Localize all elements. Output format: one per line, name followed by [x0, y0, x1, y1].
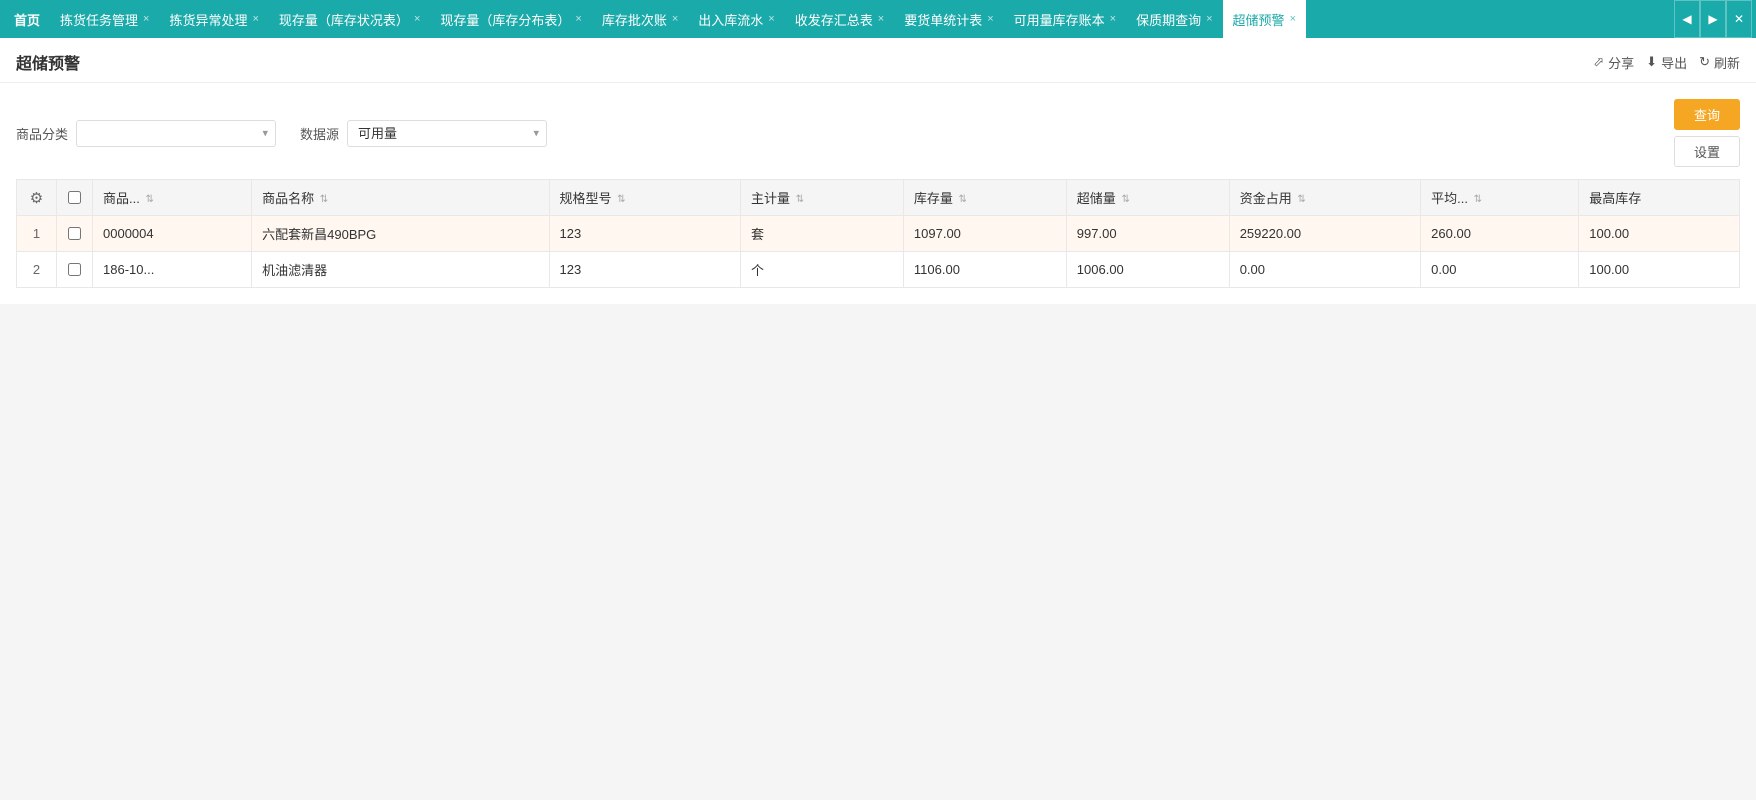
category-label: 商品分类 — [16, 124, 68, 143]
close-icon[interactable]: × — [878, 13, 884, 25]
row-product-name: 机油滤清器 — [252, 252, 549, 288]
close-icon[interactable]: × — [414, 13, 420, 25]
row-product-code: 0000004 — [93, 216, 252, 252]
filter-row: 商品分类 ▾ 数据源 可用量 库存量 ▾ 查询 设置 — [16, 99, 1740, 167]
table-row: 2 186-10... 机油滤清器 123 个 1106.00 1006.00 … — [17, 252, 1740, 288]
row-checkbox-cell — [57, 216, 93, 252]
category-select-wrap: ▾ — [76, 120, 276, 147]
row-overstock: 997.00 — [1066, 216, 1229, 252]
nav-inventory-status[interactable]: 现存量（库存状况表） × — [269, 0, 430, 38]
nav-left-arrow[interactable]: ◀ — [1674, 0, 1700, 38]
sort-icon: ⇅ — [959, 194, 967, 205]
datasource-select[interactable]: 可用量 库存量 — [347, 120, 547, 147]
close-icon[interactable]: × — [252, 13, 258, 25]
row-maxstock: 100.00 — [1579, 216, 1740, 252]
nav-abnormal-proc[interactable]: 拣货异常处理 × — [159, 0, 268, 38]
row-maxstock: 100.00 — [1579, 252, 1740, 288]
export-icon: ⬇ — [1646, 54, 1657, 70]
nav-close-all[interactable]: ✕ — [1726, 0, 1752, 38]
refresh-button[interactable]: ↻ 刷新 — [1699, 53, 1740, 72]
row-spec: 123 — [549, 252, 740, 288]
nav-arrows: ◀ ▶ ✕ — [1674, 0, 1752, 38]
col-stock-header[interactable]: 库存量 ⇅ — [903, 180, 1066, 216]
row-capital: 259220.00 — [1229, 216, 1420, 252]
main-content: 商品分类 ▾ 数据源 可用量 库存量 ▾ 查询 设置 — [0, 83, 1756, 304]
datasource-select-wrap: 可用量 库存量 ▾ — [347, 120, 547, 147]
nav-collect-summary[interactable]: 收发存汇总表 × — [785, 0, 894, 38]
nav-home[interactable]: 首页 — [4, 0, 50, 38]
row-unit: 个 — [741, 252, 904, 288]
row-checkbox[interactable] — [68, 227, 81, 240]
col-product-code-header[interactable]: 商品... ⇅ — [93, 180, 252, 216]
nav-overstock-alert[interactable]: 超储预警 × — [1223, 0, 1306, 38]
refresh-icon: ↻ — [1699, 54, 1710, 70]
col-checkbox-header — [57, 180, 93, 216]
export-button[interactable]: ⬇ 导出 — [1646, 53, 1687, 72]
row-stock: 1097.00 — [903, 216, 1066, 252]
close-icon[interactable]: × — [575, 13, 581, 25]
table-header-row: ⚙ 商品... ⇅ 商品名称 ⇅ 规格型号 ⇅ — [17, 180, 1740, 216]
row-no: 2 — [17, 252, 57, 288]
col-spec-header[interactable]: 规格型号 ⇅ — [549, 180, 740, 216]
nav-shelf-life[interactable]: 保质期查询 × — [1126, 0, 1222, 38]
nav-order-stats[interactable]: 要货单统计表 × — [894, 0, 1003, 38]
header-actions: ⬀ 分享 ⬇ 导出 ↻ 刷新 — [1593, 53, 1740, 72]
close-icon[interactable]: × — [143, 13, 149, 25]
close-icon[interactable]: × — [1290, 13, 1296, 25]
sort-icon: ⇅ — [617, 194, 625, 205]
col-avg-header[interactable]: 平均... ⇅ — [1421, 180, 1579, 216]
datasource-filter: 数据源 可用量 库存量 ▾ — [300, 120, 547, 147]
row-checkbox-cell — [57, 252, 93, 288]
category-select[interactable] — [76, 120, 276, 147]
page-header: 超储预警 ⬀ 分享 ⬇ 导出 ↻ 刷新 — [0, 38, 1756, 83]
row-unit: 套 — [741, 216, 904, 252]
row-product-name: 六配套新昌490BPG — [252, 216, 549, 252]
page-title: 超储预警 — [16, 50, 80, 74]
row-capital: 0.00 — [1229, 252, 1420, 288]
row-avg: 0.00 — [1421, 252, 1579, 288]
query-button[interactable]: 查询 — [1674, 99, 1740, 130]
nav-inout-flow[interactable]: 出入库流水 × — [688, 0, 784, 38]
nav-available-ledger[interactable]: 可用量库存账本 × — [1004, 0, 1126, 38]
close-icon[interactable]: × — [1206, 13, 1212, 25]
nav-inventory-dist[interactable]: 现存量（库存分布表） × — [430, 0, 591, 38]
sort-icon: ⇅ — [145, 194, 153, 205]
table-row: 1 0000004 六配套新昌490BPG 123 套 1097.00 997.… — [17, 216, 1740, 252]
row-product-code: 186-10... — [93, 252, 252, 288]
datasource-label: 数据源 — [300, 124, 339, 143]
col-gear-header: ⚙ — [17, 180, 57, 216]
row-stock: 1106.00 — [903, 252, 1066, 288]
top-nav-bar: 首页 拣货任务管理 × 拣货异常处理 × 现存量（库存状况表） × 现存量（库存… — [0, 0, 1756, 38]
gear-icon[interactable]: ⚙ — [27, 189, 46, 207]
nav-right-arrow[interactable]: ▶ — [1700, 0, 1726, 38]
filter-buttons: 查询 设置 — [1674, 99, 1740, 167]
select-all-checkbox[interactable] — [68, 191, 81, 204]
data-table: ⚙ 商品... ⇅ 商品名称 ⇅ 规格型号 ⇅ — [16, 179, 1740, 288]
nav-inventory-batch[interactable]: 库存批次账 × — [592, 0, 688, 38]
close-icon[interactable]: × — [987, 13, 993, 25]
settings-button[interactable]: 设置 — [1674, 136, 1740, 167]
sort-icon: ⇅ — [796, 194, 804, 205]
sort-icon: ⇅ — [320, 194, 328, 205]
close-icon[interactable]: × — [768, 13, 774, 25]
share-icon: ⬀ — [1593, 54, 1604, 70]
row-avg: 260.00 — [1421, 216, 1579, 252]
sort-icon: ⇅ — [1474, 194, 1482, 205]
col-product-name-header[interactable]: 商品名称 ⇅ — [252, 180, 549, 216]
sort-icon: ⇅ — [1297, 194, 1305, 205]
row-spec: 123 — [549, 216, 740, 252]
col-capital-header[interactable]: 资金占用 ⇅ — [1229, 180, 1420, 216]
close-icon[interactable]: × — [1110, 13, 1116, 25]
col-overstock-header[interactable]: 超储量 ⇅ — [1066, 180, 1229, 216]
row-checkbox[interactable] — [68, 263, 81, 276]
col-maxstock-header[interactable]: 最高库存 — [1579, 180, 1740, 216]
nav-task-mgmt[interactable]: 拣货任务管理 × — [50, 0, 159, 38]
sort-icon: ⇅ — [1121, 194, 1129, 205]
share-button[interactable]: ⬀ 分享 — [1593, 53, 1634, 72]
col-unit-header[interactable]: 主计量 ⇅ — [741, 180, 904, 216]
row-no: 1 — [17, 216, 57, 252]
close-icon[interactable]: × — [672, 13, 678, 25]
row-overstock: 1006.00 — [1066, 252, 1229, 288]
category-filter: 商品分类 ▾ — [16, 120, 276, 147]
